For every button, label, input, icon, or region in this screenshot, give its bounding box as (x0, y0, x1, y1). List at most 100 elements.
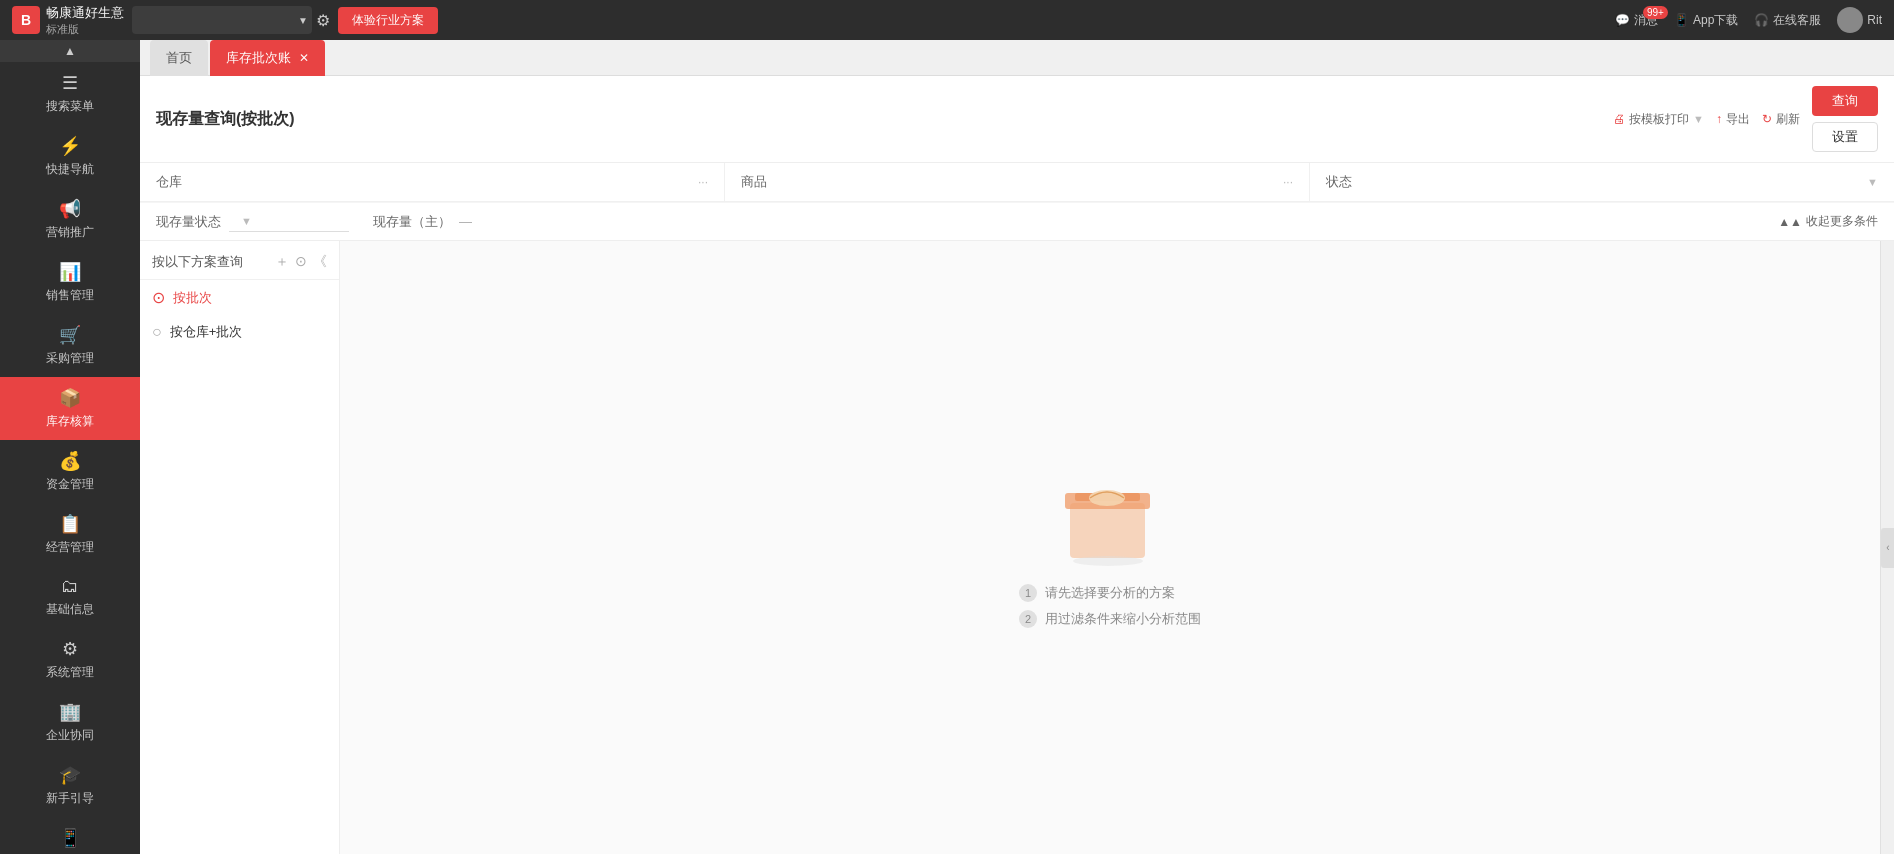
stock-qty-dash: — (459, 214, 472, 229)
tab-batch-close-icon[interactable]: ✕ (299, 51, 309, 65)
sidebar-label-operation: 经营管理 (46, 539, 94, 556)
refresh-button[interactable]: ↻ 刷新 (1762, 111, 1800, 128)
scheme-label-by-warehouse-batch: 按仓库+批次 (170, 323, 243, 341)
collapse-button[interactable]: ▲▲ 收起更多条件 (1778, 213, 1878, 230)
hint-item-1: 1 请先选择要分析的方案 (1019, 584, 1201, 602)
stock-status-dropdown-icon[interactable]: ▼ (241, 215, 252, 227)
operation-icon: 📋 (59, 513, 81, 535)
stock-qty-label: 现存量（主） (373, 213, 451, 231)
message-icon: 💬 (1615, 13, 1630, 27)
tab-home[interactable]: 首页 (150, 40, 208, 76)
print-dropdown-icon[interactable]: ▼ (1693, 113, 1704, 125)
empty-state-illustration (1050, 468, 1170, 568)
app-download-item[interactable]: 📱 App下载 (1674, 12, 1738, 29)
add-scheme-icon[interactable]: ＋ (275, 253, 289, 271)
sidebar-item-guide[interactable]: 🎓 新手引导 (0, 754, 140, 817)
warehouse-more-icon[interactable]: ··· (698, 175, 708, 189)
sidebar-label-enterprise: 企业协同 (46, 727, 94, 744)
system-icon: ⚙ (62, 638, 78, 660)
sidebar-label-quick: 快捷导航 (46, 161, 94, 178)
goods-more-icon[interactable]: ··· (1283, 175, 1293, 189)
sidebar-item-apps[interactable]: 📱 应用中心 (0, 817, 140, 854)
export-icon: ↑ (1716, 112, 1722, 126)
search-input[interactable] (132, 6, 312, 34)
user-avatar-item[interactable]: Rit (1837, 7, 1882, 33)
logo-icon: B (12, 6, 40, 34)
collapse-up-icon: ▲▲ (1778, 215, 1802, 229)
sidebar-label-sales: 销售管理 (46, 287, 94, 304)
scheme-collapse-icon[interactable]: 《 (313, 253, 327, 271)
hint-text-2: 用过滤条件来缩小分析范围 (1045, 610, 1201, 628)
sidebar-label-finance: 资金管理 (46, 476, 94, 493)
sidebar-item-inventory[interactable]: 📦 库存核算 (0, 377, 140, 440)
sidebar-item-quick[interactable]: ⚡ 快捷导航 (0, 125, 140, 188)
sidebar-scroll-up[interactable]: ▲ (0, 40, 140, 62)
header-left: B 畅康通好生意 标准版 ▼ ⚙ 体验行业方案 (12, 4, 438, 37)
sidebar-label-basic: 基础信息 (46, 601, 94, 618)
print-label: 按模板打印 (1629, 111, 1689, 128)
settings-button[interactable]: 设置 (1812, 122, 1878, 152)
sidebar-item-sales[interactable]: 📊 销售管理 (0, 251, 140, 314)
stock-status-select[interactable]: ▼ (229, 211, 349, 232)
filter-goods-col: 商品 ··· (725, 163, 1310, 201)
svg-point-4 (1073, 556, 1143, 566)
warehouse-filter-input[interactable] (204, 175, 690, 190)
scheme-item-by-warehouse-batch[interactable]: ○ 按仓库+批次 (140, 315, 339, 349)
header-right: 💬 消息 99+ 📱 App下载 🎧 在线客服 Rit (1615, 7, 1882, 33)
status-filter-input[interactable] (1374, 175, 1859, 190)
page-content: 现存量查询(按批次) 🖨 按模板打印 ▼ ↑ 导出 ↻ 刷新 (140, 76, 1894, 854)
logo-area: B 畅康通好生意 标准版 (12, 4, 124, 37)
export-button[interactable]: ↑ 导出 (1716, 111, 1750, 128)
sidebar-item-operation[interactable]: 📋 经营管理 (0, 503, 140, 566)
message-nav-item[interactable]: 💬 消息 99+ (1615, 12, 1658, 29)
sidebar-label-guide: 新手引导 (46, 790, 94, 807)
scheme-item-by-batch[interactable]: ⊙ 按批次 (140, 280, 339, 315)
app-header: B 畅康通好生意 标准版 ▼ ⚙ 体验行业方案 💬 消息 99+ 📱 App下载… (0, 0, 1894, 40)
status-dropdown-icon[interactable]: ▼ (1867, 176, 1878, 188)
svg-rect-0 (1070, 503, 1145, 558)
basic-icon: 🗂 (61, 576, 79, 597)
scheme-label-by-batch: 按批次 (173, 289, 212, 307)
customer-service-item[interactable]: 🎧 在线客服 (1754, 12, 1821, 29)
sidebar-item-finance[interactable]: 💰 资金管理 (0, 440, 140, 503)
scheme-active-icon: ⊙ (152, 288, 165, 307)
warehouse-filter-label: 仓库 (156, 173, 196, 191)
empty-state: 1 请先选择要分析的方案 2 用过滤条件来缩小分析范围 (1019, 468, 1201, 628)
company-name: 畅康通好生意 (46, 4, 124, 22)
app-download-label: App下载 (1693, 12, 1738, 29)
goods-filter-input[interactable] (789, 175, 1275, 190)
content-area: 首页 库存批次账 ✕ 现存量查询(按批次) 🖨 按模板打印 ▼ ↑ (140, 40, 1894, 854)
goods-filter-label: 商品 (741, 173, 781, 191)
quick-icon: ⚡ (59, 135, 81, 157)
enterprise-icon: 🏢 (59, 701, 81, 723)
search-dropdown-icon[interactable]: ▼ (298, 15, 308, 26)
sidebar-label-purchase: 采购管理 (46, 350, 94, 367)
query-button[interactable]: 查询 (1812, 86, 1878, 116)
sidebar-label-search: 搜索菜单 (46, 98, 94, 115)
header-settings-icon[interactable]: ⚙ (316, 11, 330, 30)
sidebar-item-purchase[interactable]: 🛒 采购管理 (0, 314, 140, 377)
sidebar-item-marketing[interactable]: 📢 营销推广 (0, 188, 140, 251)
refresh-label: 刷新 (1776, 111, 1800, 128)
trial-button[interactable]: 体验行业方案 (338, 7, 438, 34)
left-panel-title: 按以下方案查询 (152, 253, 243, 271)
empty-box-svg (1050, 468, 1170, 568)
sidebar-item-system[interactable]: ⚙ 系统管理 (0, 628, 140, 691)
guide-icon: 🎓 (59, 764, 81, 786)
inventory-icon: 📦 (59, 387, 81, 409)
apps-icon: 📱 (59, 827, 81, 849)
sidebar-label-marketing: 营销推广 (46, 224, 94, 241)
print-button[interactable]: 🖨 按模板打印 ▼ (1613, 111, 1704, 128)
stock-status-field: 现存量状态 ▼ (156, 211, 349, 232)
right-sidebar-toggle[interactable]: ‹ (1881, 528, 1894, 568)
sales-icon: 📊 (59, 261, 81, 283)
scheme-settings-icon[interactable]: ⊙ (295, 253, 307, 271)
tab-batch[interactable]: 库存批次账 ✕ (210, 40, 325, 76)
customer-service-label: 在线客服 (1773, 12, 1821, 29)
filter-panel: 仓库 ··· 商品 ··· 状态 ▼ (140, 163, 1894, 241)
sidebar-item-enterprise[interactable]: 🏢 企业协同 (0, 691, 140, 754)
hint-num-1: 1 (1019, 584, 1037, 602)
app-download-icon: 📱 (1674, 13, 1689, 27)
sidebar-item-basic[interactable]: 🗂 基础信息 (0, 566, 140, 628)
sidebar-item-search[interactable]: ☰ 搜索菜单 (0, 62, 140, 125)
